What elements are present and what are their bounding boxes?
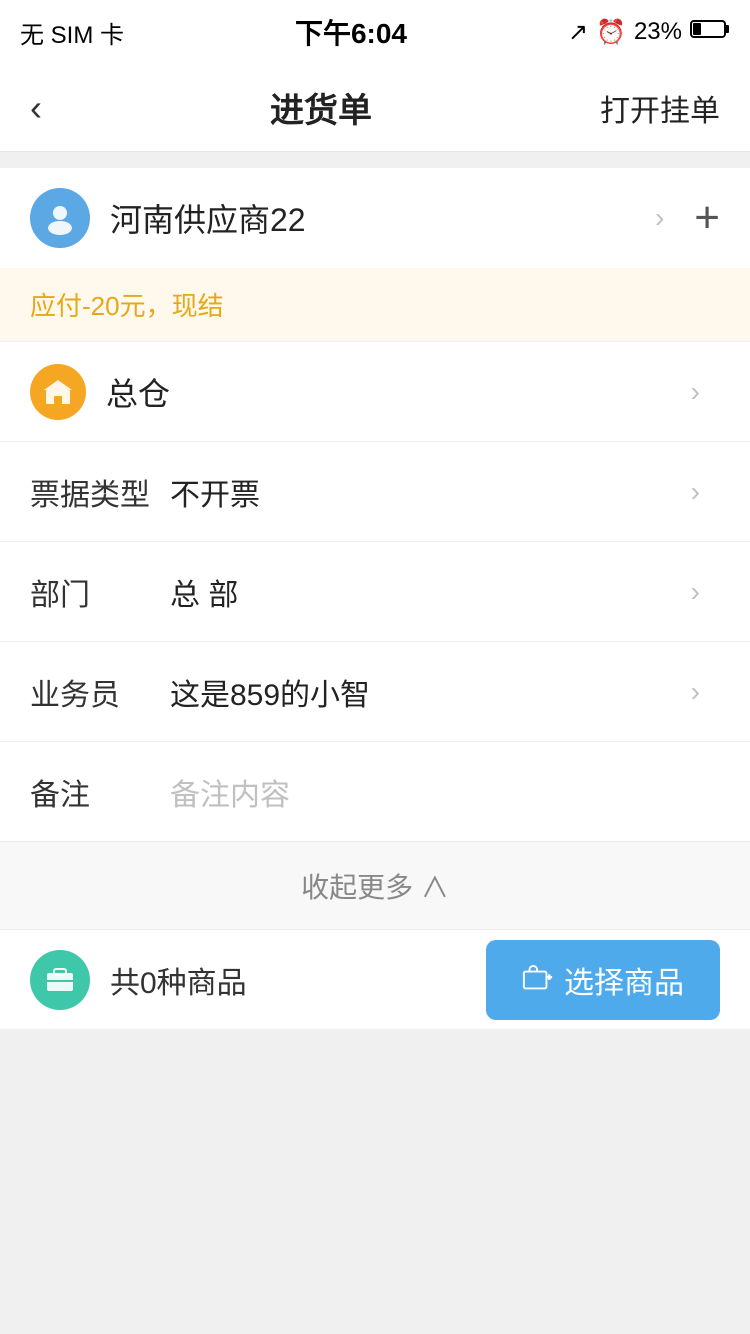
invoice-type-label: 票据类型 (30, 470, 160, 514)
divider-1 (0, 152, 750, 168)
supplier-section: 河南供应商22 › + 应付-20元，现结 总仓 › 票据类型 不开票 › 部门… (0, 168, 750, 929)
status-time: 下午6:04 (295, 12, 407, 52)
department-label: 部门 (30, 570, 160, 614)
collapse-row[interactable]: 收起更多 ∧ (0, 841, 750, 929)
supplier-add-button[interactable]: + (694, 196, 720, 240)
alarm-icon: ⏰ (596, 18, 626, 47)
department-row[interactable]: 部门 总 部 › (0, 541, 750, 641)
supplier-avatar (30, 188, 90, 248)
nav-bar: ‹ 进货单 打开挂单 (0, 64, 750, 152)
location-icon: ↗ (568, 18, 588, 47)
back-button[interactable]: ‹ (30, 87, 42, 129)
salesperson-arrow-icon: › (691, 676, 700, 708)
collapse-label: 收起更多 ∧ (301, 866, 449, 906)
warehouse-arrow-icon: › (691, 376, 700, 408)
cart-icon (522, 964, 554, 996)
supplier-arrow-icon: › (655, 202, 664, 234)
battery-icon (690, 18, 730, 46)
status-bar: 无 SIM 卡 下午6:04 ↗ ⏰ 23% (0, 0, 750, 64)
salesperson-value: 这是859的小智 (160, 670, 691, 714)
bottom-bar: 共0种商品 选择商品 (0, 929, 750, 1029)
notice-bar: 应付-20元，现结 (0, 268, 750, 341)
battery-label: 23% (634, 18, 682, 46)
remark-label: 备注 (30, 770, 160, 814)
warehouse-name: 总仓 (106, 369, 691, 415)
salesperson-row[interactable]: 业务员 这是859的小智 › (0, 641, 750, 741)
supplier-row[interactable]: 河南供应商22 › + (0, 168, 750, 268)
page-title: 进货单 (270, 83, 372, 132)
sim-label: 无 SIM 卡 (20, 15, 124, 50)
warehouse-row[interactable]: 总仓 › (0, 341, 750, 441)
invoice-type-arrow-icon: › (691, 476, 700, 508)
supplier-name: 河南供应商22 (110, 195, 655, 241)
select-product-label: 选择商品 (564, 958, 684, 1002)
remark-row[interactable]: 备注 备注内容 (0, 741, 750, 841)
invoice-type-row[interactable]: 票据类型 不开票 › (0, 441, 750, 541)
salesperson-label: 业务员 (30, 670, 160, 714)
warehouse-icon (30, 364, 86, 420)
product-icon (30, 950, 90, 1010)
department-value: 总 部 (160, 570, 691, 614)
status-right: ↗ ⏰ 23% (568, 18, 730, 47)
status-left: 无 SIM 卡 (20, 15, 134, 50)
notice-text: 应付-20元，现结 (30, 291, 224, 321)
department-arrow-icon: › (691, 576, 700, 608)
select-product-button[interactable]: 选择商品 (486, 940, 720, 1020)
remark-input[interactable]: 备注内容 (160, 770, 720, 814)
open-pending-button[interactable]: 打开挂单 (600, 86, 720, 130)
product-count: 共0种商品 (110, 958, 486, 1002)
footer-gray (0, 1029, 750, 1309)
invoice-type-value: 不开票 (160, 470, 691, 514)
